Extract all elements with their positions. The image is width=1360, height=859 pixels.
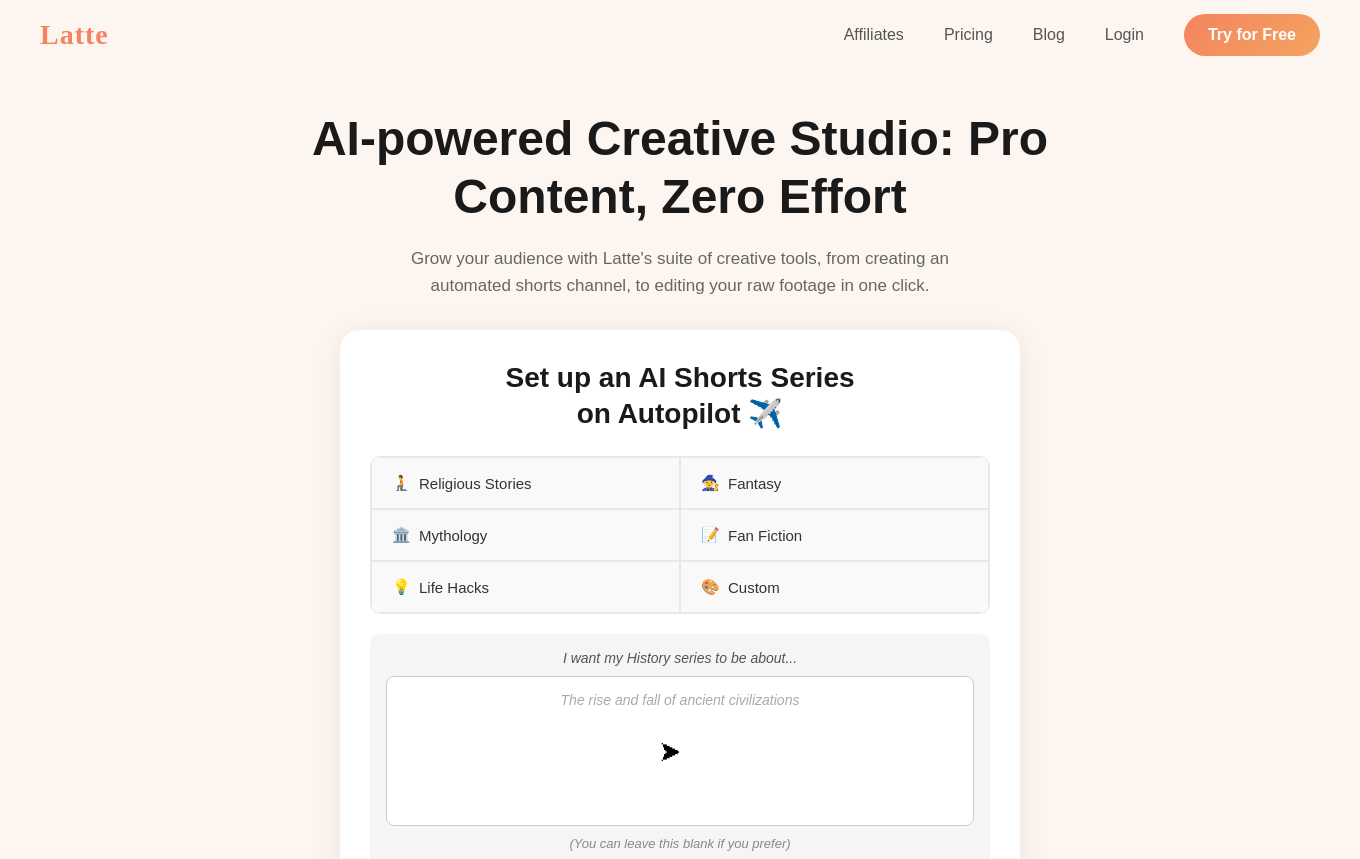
input-note: (You can leave this blank if you prefer) (386, 836, 974, 851)
nav-affiliates[interactable]: Affiliates (844, 26, 904, 44)
demo-title-line2: on Autopilot ✈️ (577, 398, 784, 429)
category-lifehacks[interactable]: 💡 Life Hacks (371, 561, 680, 613)
fantasy-icon: 🧙 (701, 474, 720, 492)
category-religious[interactable]: 🧎 Religious Stories (371, 457, 680, 509)
navbar: Latte Affiliates Pricing Blog Login Try … (0, 0, 1360, 70)
category-fantasy[interactable]: 🧙 Fantasy (680, 457, 989, 509)
input-section: I want my History series to be about... … (370, 634, 990, 859)
custom-icon: 🎨 (701, 578, 720, 596)
nav-login[interactable]: Login (1105, 26, 1144, 44)
category-custom[interactable]: 🎨 Custom (680, 561, 989, 613)
nav-links: Affiliates Pricing Blog Login Try for Fr… (844, 14, 1320, 56)
category-fantasy-label: Fantasy (728, 475, 781, 492)
input-label: I want my History series to be about... (386, 650, 974, 666)
category-fanfiction[interactable]: 📝 Fan Fiction (680, 509, 989, 561)
hero-title: AI-powered Creative Studio: Pro Content,… (230, 110, 1130, 225)
demo-card: Set up an AI Shorts Series on Autopilot … (340, 330, 1020, 859)
logo[interactable]: Latte (40, 19, 109, 51)
nav-blog[interactable]: Blog (1033, 26, 1065, 44)
demo-card-title: Set up an AI Shorts Series on Autopilot … (370, 360, 990, 433)
try-for-free-button[interactable]: Try for Free (1184, 14, 1320, 56)
category-religious-label: Religious Stories (419, 475, 532, 492)
category-mythology-label: Mythology (419, 527, 487, 544)
lifehacks-icon: 💡 (392, 578, 411, 596)
text-input-wrapper[interactable]: The rise and fall of ancient civilizatio… (386, 676, 974, 826)
category-grid: 🧎 Religious Stories 🧙 Fantasy 🏛️ Mytholo… (370, 456, 990, 614)
category-fanfiction-label: Fan Fiction (728, 527, 802, 544)
mythology-icon: 🏛️ (392, 526, 411, 544)
cursor-icon: ⮞ (660, 741, 682, 767)
hero-subtitle: Grow your audience with Latte's suite of… (390, 245, 970, 299)
category-mythology[interactable]: 🏛️ Mythology (371, 509, 680, 561)
category-custom-label: Custom (728, 579, 780, 596)
demo-title-line1: Set up an AI Shorts Series (505, 362, 854, 393)
religious-icon: 🧎 (392, 474, 411, 492)
category-lifehacks-label: Life Hacks (419, 579, 489, 596)
fanfiction-icon: 📝 (701, 526, 720, 544)
text-input-placeholder: The rise and fall of ancient civilizatio… (561, 692, 800, 708)
nav-pricing[interactable]: Pricing (944, 26, 993, 44)
hero-section: AI-powered Creative Studio: Pro Content,… (0, 70, 1360, 859)
